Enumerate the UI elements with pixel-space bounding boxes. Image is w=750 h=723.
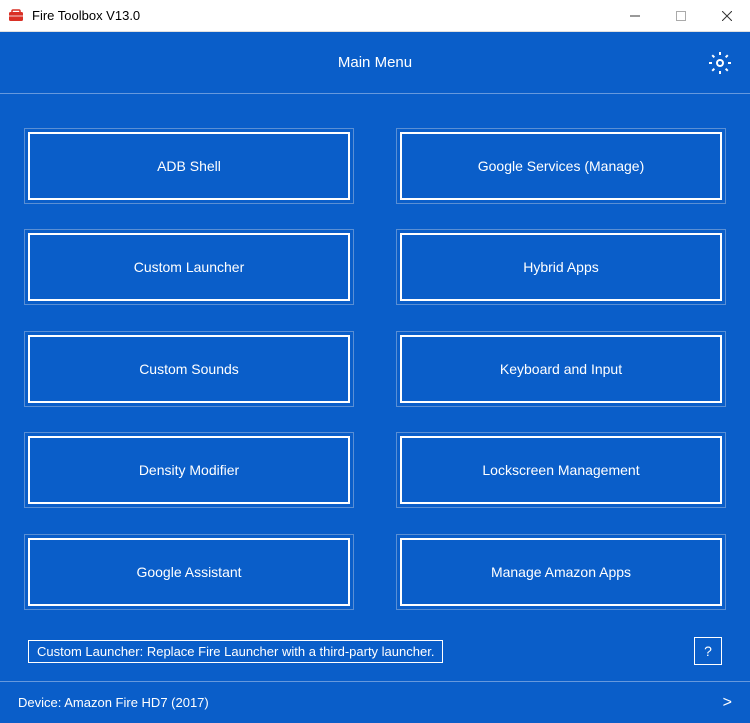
minimize-button[interactable] [612,0,658,32]
device-label: Device: Amazon Fire HD7 (2017) [18,695,209,710]
maximize-button[interactable] [658,0,704,32]
bottom-row: Custom Launcher: Replace Fire Launcher w… [28,637,722,665]
button-label: Manage Amazon Apps [491,564,631,580]
button-label: ADB Shell [157,158,221,174]
page-title: Main Menu [338,54,412,71]
help-button[interactable]: ? [694,637,722,665]
app-body: Main Menu ADB Shell Google Services (Man… [0,32,750,723]
settings-icon[interactable] [708,51,732,75]
button-label: Lockscreen Management [482,462,639,478]
help-label: ? [704,643,712,659]
button-label: Custom Sounds [139,361,239,377]
button-label: Keyboard and Input [500,361,622,377]
keyboard-input-button[interactable]: Keyboard and Input [400,335,722,403]
density-modifier-button[interactable]: Density Modifier [28,436,350,504]
hint-text: Custom Launcher: Replace Fire Launcher w… [28,640,443,663]
button-label: Google Services (Manage) [478,158,645,174]
google-services-button[interactable]: Google Services (Manage) [400,132,722,200]
button-label: Hybrid Apps [523,259,598,275]
footer: Device: Amazon Fire HD7 (2017) > [0,681,750,723]
close-button[interactable] [704,0,750,32]
next-arrow-icon[interactable]: > [723,694,732,712]
button-label: Density Modifier [139,462,239,478]
button-label: Custom Launcher [134,259,245,275]
manage-amazon-apps-button[interactable]: Manage Amazon Apps [400,538,722,606]
window-title: Fire Toolbox V13.0 [32,8,612,23]
google-assistant-button[interactable]: Google Assistant [28,538,350,606]
main-content: ADB Shell Google Services (Manage) Custo… [0,94,750,681]
header: Main Menu [0,32,750,94]
hybrid-apps-button[interactable]: Hybrid Apps [400,233,722,301]
window-controls [612,0,750,31]
titlebar: Fire Toolbox V13.0 [0,0,750,32]
adb-shell-button[interactable]: ADB Shell [28,132,350,200]
lockscreen-management-button[interactable]: Lockscreen Management [400,436,722,504]
button-label: Google Assistant [136,564,241,580]
custom-sounds-button[interactable]: Custom Sounds [28,335,350,403]
app-icon [8,8,24,24]
menu-grid: ADB Shell Google Services (Manage) Custo… [28,132,722,613]
custom-launcher-button[interactable]: Custom Launcher [28,233,350,301]
